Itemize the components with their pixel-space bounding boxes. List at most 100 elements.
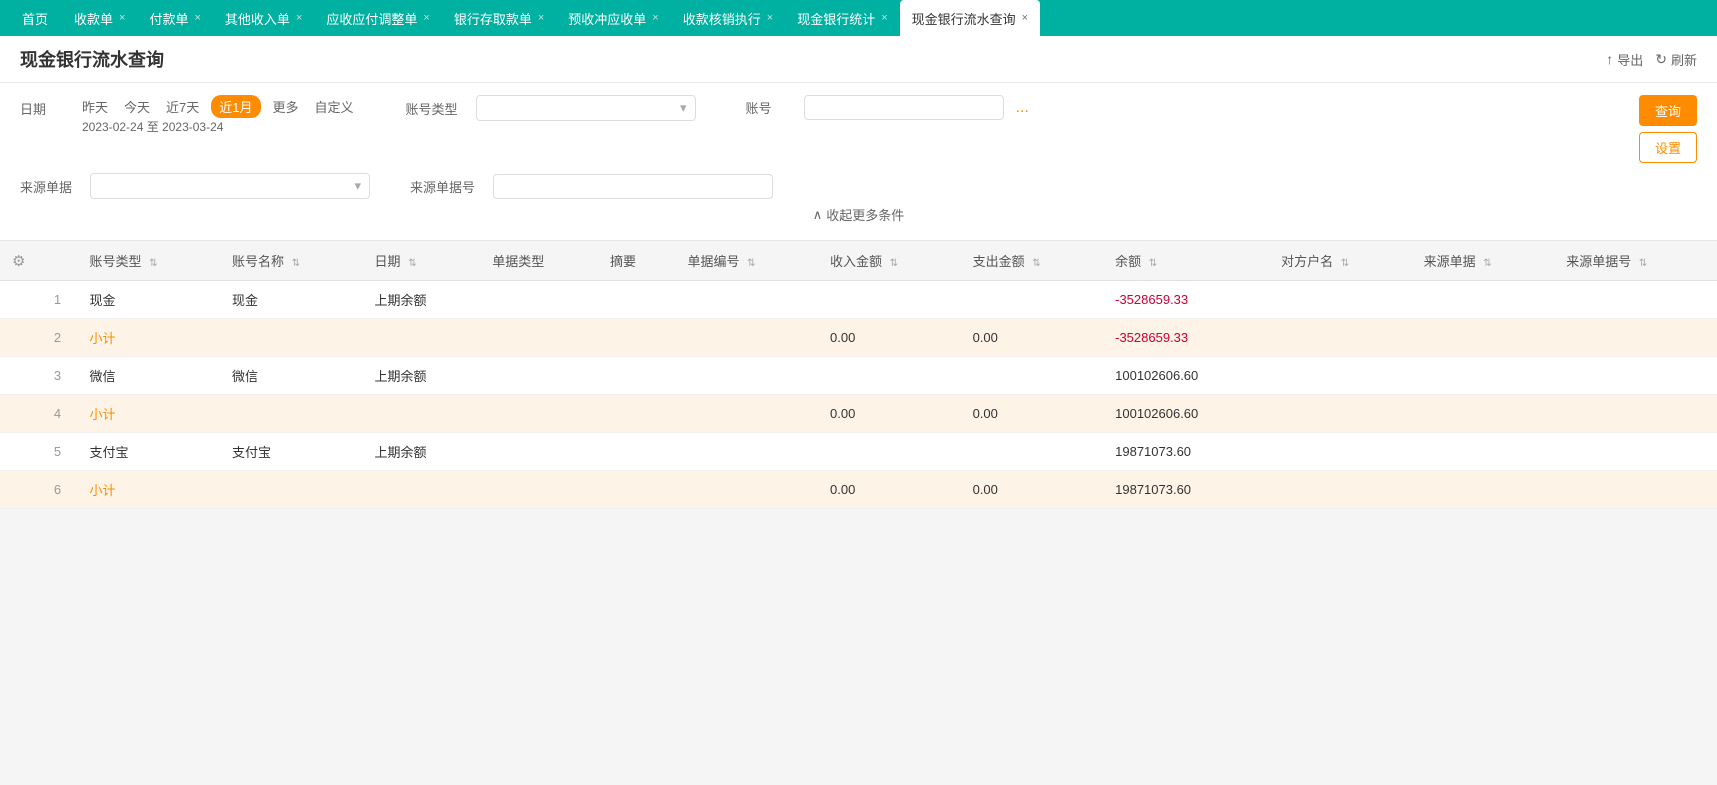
header-actions: ↑ 导出 ↻ 刷新 xyxy=(1606,50,1697,69)
doc-no-col-header[interactable]: 单据编号 ⇅ xyxy=(675,241,818,281)
account-input[interactable] xyxy=(804,95,1004,120)
summary-col-header[interactable]: 摘要 xyxy=(598,241,675,281)
sort-icon-account-name: ⇅ xyxy=(292,258,300,269)
close-icon-1[interactable]: × xyxy=(194,12,200,24)
table-row: 1现金现金上期余额-3528659.33 xyxy=(0,281,1717,319)
settings-button[interactable]: 设置 xyxy=(1639,132,1697,163)
settings-col-header[interactable]: ⚙ xyxy=(0,241,37,281)
cell-sourceDoc xyxy=(1412,433,1555,471)
page-header: 现金银行流水查询 ↑ 导出 ↻ 刷新 xyxy=(0,36,1717,83)
nav-tab-0[interactable]: 收款单 × xyxy=(62,0,137,36)
cell-docNo xyxy=(675,357,818,395)
cell-accountName xyxy=(220,395,363,433)
cell-docType xyxy=(480,395,598,433)
cell-accountType: 微信 xyxy=(77,357,220,395)
shortcut-7days[interactable]: 近7天 xyxy=(162,95,203,118)
cell-income: 0.00 xyxy=(818,319,961,357)
sort-icon-income: ⇅ xyxy=(890,258,898,269)
shortcut-custom[interactable]: 自定义 xyxy=(311,95,358,118)
cell-docNo xyxy=(675,395,818,433)
row-num: 3 xyxy=(37,357,77,395)
table-row: 6小计0.000.0019871073.60 xyxy=(0,471,1717,509)
nav-tab-1[interactable]: 付款单 × xyxy=(137,0,212,36)
export-button[interactable]: ↑ 导出 xyxy=(1606,50,1643,69)
cell-docNo xyxy=(675,319,818,357)
cell-date xyxy=(363,471,481,509)
close-icon-5[interactable]: × xyxy=(652,12,658,24)
cell-docType xyxy=(480,357,598,395)
income-col-header[interactable]: 收入金额 ⇅ xyxy=(818,241,961,281)
date-col-header[interactable]: 日期 ⇅ xyxy=(363,241,481,281)
cell-income xyxy=(818,433,961,471)
balance-col-header[interactable]: 余额 ⇅ xyxy=(1103,241,1269,281)
source-doc-col-header[interactable]: 来源单据 ⇅ xyxy=(1412,241,1555,281)
nav-tab-7[interactable]: 现金银行统计 × xyxy=(785,0,899,36)
sort-icon-source-doc: ⇅ xyxy=(1483,258,1491,269)
row-settings-col xyxy=(0,433,37,471)
account-label: 账号 xyxy=(746,98,786,117)
cell-counterpart xyxy=(1269,357,1412,395)
nav-home[interactable]: 首页 xyxy=(8,0,62,36)
num-col-header xyxy=(37,241,77,281)
cell-counterpart xyxy=(1269,471,1412,509)
cell-income: 0.00 xyxy=(818,395,961,433)
account-name-col-header[interactable]: 账号名称 ⇅ xyxy=(220,241,363,281)
close-icon-3[interactable]: × xyxy=(423,12,429,24)
close-icon-7[interactable]: × xyxy=(881,12,887,24)
cell-balance: -3528659.33 xyxy=(1103,281,1269,319)
source-doc-no-input[interactable] xyxy=(493,174,773,199)
cell-balance: -3528659.33 xyxy=(1103,319,1269,357)
doc-type-col-header[interactable]: 单据类型 xyxy=(480,241,598,281)
shortcut-1month[interactable]: 近1月 xyxy=(211,95,260,118)
cell-docType xyxy=(480,281,598,319)
cell-expense: 0.00 xyxy=(961,319,1104,357)
gear-icon[interactable]: ⚙ xyxy=(12,253,25,270)
collapse-button[interactable]: ∧ 收起更多条件 xyxy=(813,205,905,224)
cell-date: 上期余额 xyxy=(363,433,481,471)
cell-date: 上期余额 xyxy=(363,281,481,319)
cell-sourceDocNo xyxy=(1554,319,1717,357)
account-ellipsis[interactable]: ... xyxy=(1012,99,1033,117)
query-button[interactable]: 查询 xyxy=(1639,95,1697,126)
cell-expense: 0.00 xyxy=(961,471,1104,509)
date-shortcuts: 昨天 今天 近7天 近1月 更多 自定义 xyxy=(78,95,358,118)
cell-sourceDocNo xyxy=(1554,395,1717,433)
chevron-down-icon: ▾ xyxy=(680,100,687,116)
close-icon-6[interactable]: × xyxy=(767,12,773,24)
nav-tab-5[interactable]: 预收冲应收单 × xyxy=(556,0,670,36)
cell-accountName xyxy=(220,319,363,357)
row-num: 5 xyxy=(37,433,77,471)
nav-tab-6[interactable]: 收款核销执行 × xyxy=(671,0,785,36)
shortcut-more[interactable]: 更多 xyxy=(269,95,303,118)
counterpart-col-header[interactable]: 对方户名 ⇅ xyxy=(1269,241,1412,281)
source-doc-select[interactable]: ▾ xyxy=(90,173,370,199)
cell-expense xyxy=(961,433,1104,471)
chevron-down-icon-2: ▾ xyxy=(354,178,361,194)
account-type-select[interactable]: ▾ xyxy=(476,95,696,121)
close-icon-2[interactable]: × xyxy=(296,12,302,24)
refresh-button[interactable]: ↻ 刷新 xyxy=(1655,50,1697,69)
cell-accountType: 小计 xyxy=(77,471,220,509)
sort-icon-balance: ⇅ xyxy=(1149,258,1157,269)
table-container: ⚙ 账号类型 ⇅ 账号名称 ⇅ 日期 ⇅ 单据类型 xyxy=(0,241,1717,509)
account-type-label: 账号类型 xyxy=(406,99,458,118)
close-icon-0[interactable]: × xyxy=(119,12,125,24)
nav-tab-3[interactable]: 应收应付调整单 × xyxy=(314,0,441,36)
close-icon-4[interactable]: × xyxy=(538,12,544,24)
source-doc-no-group: 来源单据号 xyxy=(410,174,773,199)
nav-tab-2[interactable]: 其他收入单 × xyxy=(213,0,314,36)
nav-tab-4[interactable]: 银行存取款单 × xyxy=(442,0,556,36)
source-doc-no-col-header[interactable]: 来源单据号 ⇅ xyxy=(1554,241,1717,281)
cell-date: 上期余额 xyxy=(363,357,481,395)
export-icon: ↑ xyxy=(1606,51,1613,67)
source-doc-no-label: 来源单据号 xyxy=(410,177,475,196)
cell-summary xyxy=(598,395,675,433)
shortcut-yesterday[interactable]: 昨天 xyxy=(78,95,112,118)
close-icon-8[interactable]: × xyxy=(1022,12,1028,24)
expense-col-header[interactable]: 支出金额 ⇅ xyxy=(961,241,1104,281)
cell-docNo xyxy=(675,281,818,319)
cell-accountName xyxy=(220,471,363,509)
account-type-col-header[interactable]: 账号类型 ⇅ xyxy=(77,241,220,281)
shortcut-today[interactable]: 今天 xyxy=(120,95,154,118)
nav-tab-8[interactable]: 现金银行流水查询 × xyxy=(900,0,1040,36)
